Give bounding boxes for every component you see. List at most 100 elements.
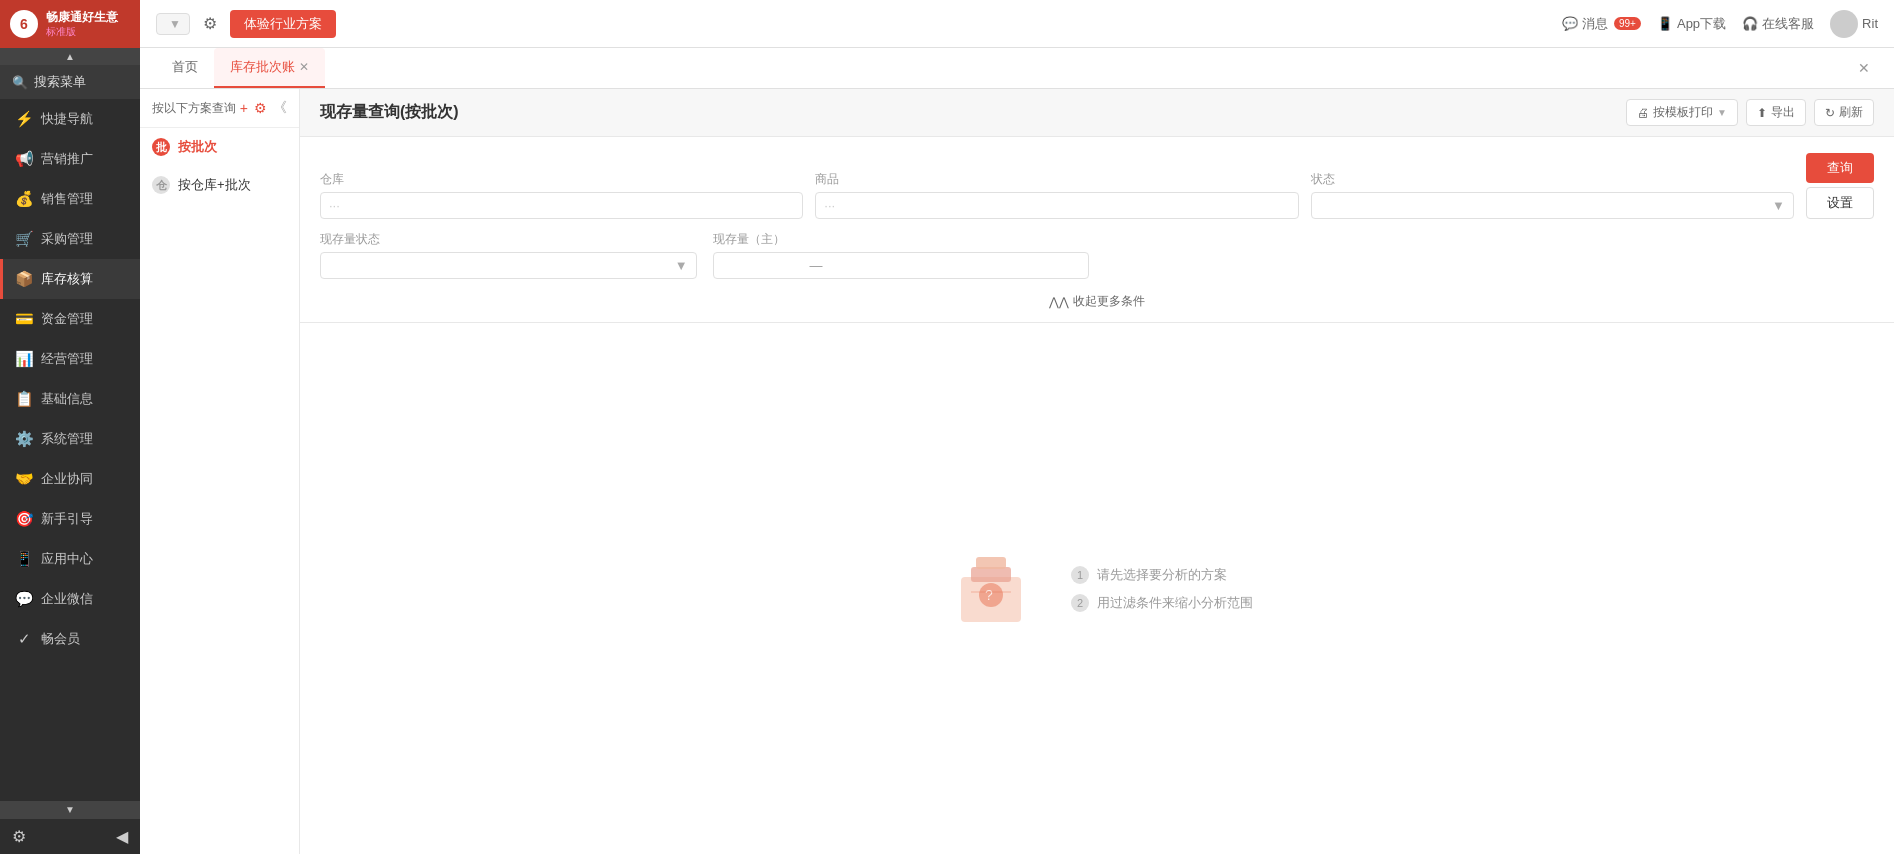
inventory-status-chevron-icon: ▼ bbox=[675, 258, 688, 273]
refresh-button[interactable]: ↻ 刷新 bbox=[1814, 99, 1874, 126]
filter-buttons: 查询 设置 bbox=[1806, 153, 1874, 219]
status-filter: 状态 ▼ bbox=[1311, 171, 1794, 219]
sidebar-item-quick-nav[interactable]: ⚡ 快捷导航 bbox=[0, 99, 140, 139]
topbar-right: 💬 消息 99+ 📱 App下载 🎧 在线客服 Rit bbox=[1562, 10, 1878, 38]
scheme-by-batch[interactable]: 批 按批次 bbox=[140, 128, 299, 166]
sidebar-item-marketing[interactable]: 📢 营销推广 bbox=[0, 139, 140, 179]
inventory-qty-filter: 现存量（主） — bbox=[713, 231, 1090, 279]
tab-home[interactable]: 首页 bbox=[156, 48, 214, 88]
status-select[interactable]: ▼ bbox=[1311, 192, 1794, 219]
sidebar-header: 6 畅康通好生意 标准版 bbox=[0, 0, 140, 48]
page-actions: 🖨 按模板打印 ▼ ⬆ 导出 ↻ 刷新 bbox=[1626, 99, 1874, 126]
avatar bbox=[1830, 10, 1858, 38]
sidebar-footer: ⚙ ◀ bbox=[0, 818, 140, 854]
wechat-icon: 💬 bbox=[15, 590, 33, 608]
print-icon: 🖨 bbox=[1637, 106, 1649, 120]
filter-section: 仓库 ··· 商品 ··· 状态 bbox=[300, 137, 1894, 323]
settings-button[interactable]: 设置 bbox=[1806, 187, 1874, 219]
warehouse-input[interactable]: ··· bbox=[320, 192, 803, 219]
sidebar-item-enterprise[interactable]: 🤝 企业协同 bbox=[0, 459, 140, 499]
sidebar-item-purchase[interactable]: 🛒 采购管理 bbox=[0, 219, 140, 259]
sidebar-scroll-up[interactable]: ▲ bbox=[0, 48, 140, 65]
page-title: 现存量查询(按批次) bbox=[320, 102, 459, 123]
left-panel-header: 按以下方案查询 + ⚙ 《 bbox=[140, 89, 299, 128]
footer-collapse-icon[interactable]: ◀ bbox=[116, 827, 128, 846]
sidebar-item-sales[interactable]: 💰 销售管理 bbox=[0, 179, 140, 219]
add-scheme-icon[interactable]: + bbox=[240, 100, 248, 116]
left-panel-collapse-icon[interactable]: 《 bbox=[273, 99, 287, 117]
filter-row-2: 现存量状态 ▼ 现存量（主） — bbox=[320, 231, 1874, 279]
ops-icon: 📊 bbox=[15, 350, 33, 368]
empty-illustration: ? bbox=[941, 537, 1041, 640]
svg-text:?: ? bbox=[985, 587, 993, 603]
sidebar-item-wechat[interactable]: 💬 企业微信 bbox=[0, 579, 140, 619]
app-logo: 6 bbox=[10, 10, 38, 38]
left-panel: 按以下方案查询 + ⚙ 《 批 按批次 仓 按仓库+批次 bbox=[140, 89, 300, 854]
online-service-item[interactable]: 🎧 在线客服 bbox=[1742, 15, 1814, 33]
print-chevron-icon: ▼ bbox=[1717, 107, 1727, 118]
sidebar-item-finance[interactable]: 💳 资金管理 bbox=[0, 299, 140, 339]
tab-close-icon[interactable]: ✕ bbox=[299, 60, 309, 74]
trial-button[interactable]: 体验行业方案 bbox=[230, 10, 336, 38]
page-title-bar: 现存量查询(按批次) 🖨 按模板打印 ▼ ⬆ 导出 ↻ 刷新 bbox=[300, 89, 1894, 137]
sidebar-item-newbie[interactable]: 🎯 新手引导 bbox=[0, 499, 140, 539]
sidebar-search[interactable]: 🔍 搜索菜单 bbox=[0, 65, 140, 99]
user-item[interactable]: Rit bbox=[1830, 10, 1878, 38]
tip-num-1: 1 bbox=[1071, 566, 1089, 584]
scheme-by-warehouse-batch-icon: 仓 bbox=[152, 176, 170, 194]
topbar-settings-icon[interactable]: ⚙ bbox=[196, 10, 224, 38]
sidebar-item-basic[interactable]: 📋 基础信息 bbox=[0, 379, 140, 419]
app-download-item[interactable]: 📱 App下载 bbox=[1657, 15, 1726, 33]
export-button[interactable]: ⬆ 导出 bbox=[1746, 99, 1806, 126]
app-icon: 📱 bbox=[15, 550, 33, 568]
status-chevron-icon: ▼ bbox=[1772, 198, 1785, 213]
inventory-status-filter: 现存量状态 ▼ bbox=[320, 231, 697, 279]
tab-close-right[interactable]: ✕ bbox=[1850, 60, 1878, 76]
scheme-by-warehouse-batch[interactable]: 仓 按仓库+批次 bbox=[140, 166, 299, 204]
svg-rect-2 bbox=[976, 557, 1006, 569]
enterprise-icon: 🤝 bbox=[15, 470, 33, 488]
purchase-icon: 🛒 bbox=[15, 230, 33, 248]
scheme-by-batch-icon: 批 bbox=[152, 138, 170, 156]
left-panel-actions: + ⚙ 《 bbox=[240, 99, 287, 117]
filter-container: 仓库 ··· 商品 ··· 状态 bbox=[320, 153, 1874, 314]
company-info: 畅康通好生意 标准版 bbox=[46, 10, 118, 39]
content-area: 按以下方案查询 + ⚙ 《 批 按批次 仓 按仓库+批次 现存量查询(按批次) bbox=[140, 89, 1894, 854]
phone-icon: 📱 bbox=[1657, 16, 1673, 31]
sidebar-item-ops[interactable]: 📊 经营管理 bbox=[0, 339, 140, 379]
messages-item[interactable]: 💬 消息 99+ bbox=[1562, 15, 1641, 33]
product-input[interactable]: ··· bbox=[815, 192, 1298, 219]
basic-icon: 📋 bbox=[15, 390, 33, 408]
inventory-qty-range: — bbox=[713, 252, 1090, 279]
sidebar-item-system[interactable]: ⚙️ 系统管理 bbox=[0, 419, 140, 459]
scheme-settings-icon[interactable]: ⚙ bbox=[254, 100, 267, 116]
tip-num-2: 2 bbox=[1071, 594, 1089, 612]
print-by-template-button[interactable]: 🖨 按模板打印 ▼ bbox=[1626, 99, 1738, 126]
footer-settings-icon[interactable]: ⚙ bbox=[12, 827, 26, 846]
headset-icon: 🎧 bbox=[1742, 16, 1758, 31]
sidebar-item-app[interactable]: 📱 应用中心 bbox=[0, 539, 140, 579]
product-filter: 商品 ··· bbox=[815, 171, 1298, 219]
inventory-status-select[interactable]: ▼ bbox=[320, 252, 697, 279]
sales-icon: 💰 bbox=[15, 190, 33, 208]
marketing-icon: 📢 bbox=[15, 150, 33, 168]
member-icon: ✓ bbox=[15, 630, 33, 648]
empty-state: ? 1 请先选择要分析的方案 2 用过滤条件来缩小分析范围 bbox=[300, 323, 1894, 854]
breadcrumb[interactable]: ▼ bbox=[156, 13, 190, 35]
collapse-more-button[interactable]: ⋀⋀ 收起更多条件 bbox=[1049, 293, 1145, 310]
sidebar-item-inventory[interactable]: 📦 库存核算 bbox=[0, 259, 140, 299]
sidebar-item-member[interactable]: ✓ 畅会员 bbox=[0, 619, 140, 659]
tab-batch-inventory[interactable]: 库存批次账 ✕ bbox=[214, 48, 325, 88]
quick-nav-icon: ⚡ bbox=[15, 110, 33, 128]
svg-rect-1 bbox=[971, 567, 1011, 582]
breadcrumb-chevron-icon: ▼ bbox=[169, 17, 181, 31]
sidebar-scroll-down[interactable]: ▼ bbox=[0, 801, 140, 818]
inventory-qty-to[interactable] bbox=[831, 258, 911, 273]
right-main: 现存量查询(按批次) 🖨 按模板打印 ▼ ⬆ 导出 ↻ 刷新 bbox=[300, 89, 1894, 854]
query-button[interactable]: 查询 bbox=[1806, 153, 1874, 183]
messages-badge: 99+ bbox=[1614, 17, 1641, 30]
empty-svg: ? bbox=[941, 537, 1041, 637]
collapse-row: ⋀⋀ 收起更多条件 bbox=[320, 289, 1874, 314]
inventory-qty-from[interactable] bbox=[722, 258, 802, 273]
sidebar-nav: ⚡ 快捷导航 📢 营销推广 💰 销售管理 🛒 采购管理 📦 库存核算 💳 资金管… bbox=[0, 99, 140, 801]
